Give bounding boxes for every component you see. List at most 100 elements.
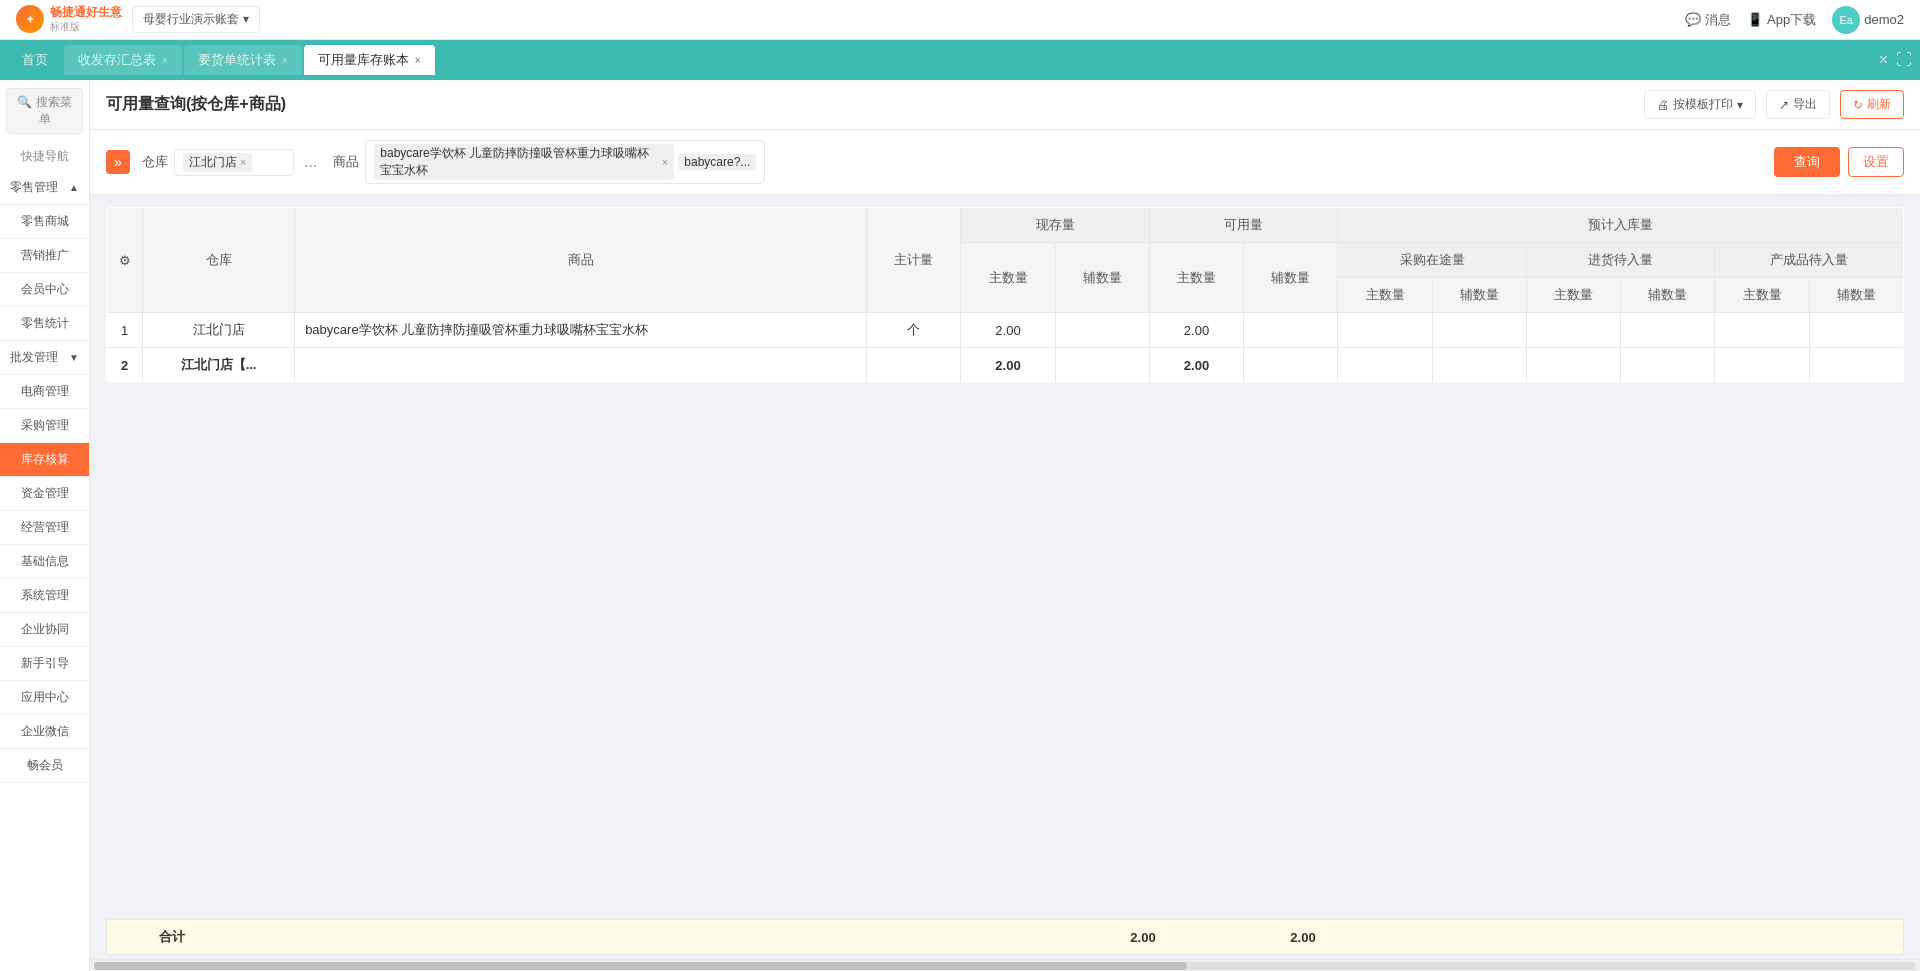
horizontal-scrollbar[interactable] (90, 959, 1920, 971)
tab-close-icon[interactable]: × (162, 55, 168, 66)
warehouse-filter-ellipsis[interactable]: ... (300, 153, 321, 171)
row2-stock-aux (1055, 348, 1149, 383)
sidebar: 🔍 搜索菜单 快捷导航 零售管理 ▲ 零售商城 营销推广 会员中心 零售统计 批… (0, 80, 90, 971)
sidebar-item-wholesale-mgmt[interactable]: 批发管理 ▼ (0, 341, 89, 375)
sidebar-item-marketing-label: 营销推广 (21, 247, 69, 264)
quick-nav-label[interactable]: 快捷导航 (0, 142, 89, 171)
col-purch-pend-header: 进货待入量 (1526, 243, 1715, 278)
content-area: 可用量查询(按仓库+商品) 🖨 按模板打印 ▾ ↗ 导出 ↻ 刷新 (90, 80, 1920, 971)
warehouse-tag-close-icon[interactable]: × (240, 156, 246, 168)
sidebar-item-cooperation[interactable]: 企业协同 (0, 613, 89, 647)
print-label: 按模板打印 (1673, 96, 1733, 113)
tab-close-icon[interactable]: × (415, 55, 421, 66)
col-settings-header[interactable]: ⚙ (107, 208, 143, 313)
app-download-button[interactable]: 📱 App下载 (1747, 11, 1816, 29)
col-warehouse-header: 仓库 (143, 208, 295, 313)
goods-tag-1-close-icon[interactable]: × (662, 156, 668, 168)
col-avail-main-header: 主数量 (1149, 243, 1243, 313)
sidebar-item-vip[interactable]: 畅会员 (0, 749, 89, 783)
query-button[interactable]: 查询 (1774, 147, 1840, 177)
goods-filter-label: 商品 (333, 153, 359, 171)
row1-no: 1 (107, 313, 143, 348)
warehouse-filter-label: 仓库 (142, 153, 168, 171)
row1-stock-aux (1055, 313, 1149, 348)
goods-filter-group: 商品 babycare学饮杯 儿童防摔防撞吸管杯重力球吸嘴杯宝宝水杯 × bab… (333, 140, 765, 184)
col-available-group-header: 可用量 (1149, 208, 1338, 243)
close-all-tabs-button[interactable]: × (1879, 51, 1888, 69)
search-menu-button[interactable]: 🔍 搜索菜单 (6, 88, 83, 134)
settings-button[interactable]: 设置 (1848, 147, 1904, 177)
scrollbar-thumb[interactable] (94, 962, 1187, 970)
sidebar-item-enterprise-wx-label: 企业微信 (21, 723, 69, 740)
col-planned-in-group-header: 预计入库量 (1338, 208, 1904, 243)
sidebar-item-system-label: 系统管理 (21, 587, 69, 604)
sidebar-item-purchase-label: 采购管理 (21, 417, 69, 434)
message-button[interactable]: 💬 消息 (1685, 11, 1731, 29)
row2-purch-transit-main (1338, 348, 1432, 383)
query-label: 查询 (1794, 154, 1820, 169)
fullscreen-button[interactable]: ⛶ (1896, 51, 1912, 69)
tab-home[interactable]: 首页 (8, 45, 62, 75)
settings-icon: ⚙ (119, 253, 131, 268)
sidebar-item-members[interactable]: 会员中心 (0, 273, 89, 307)
sidebar-item-vip-label: 畅会员 (27, 757, 63, 774)
logo-icon: ✦ (16, 5, 44, 33)
print-chevron-icon: ▾ (1737, 98, 1743, 112)
footer-label: 合计 (107, 928, 227, 946)
col-stock-main-header: 主数量 (961, 243, 1055, 313)
sidebar-item-onboarding[interactable]: 新手引导 (0, 647, 89, 681)
row1-purch-pend-aux (1621, 313, 1715, 348)
row1-main-unit: 个 (867, 313, 961, 348)
sidebar-item-members-label: 会员中心 (21, 281, 69, 298)
industry-label: 母婴行业演示账套 (143, 11, 239, 28)
sidebar-item-purchase[interactable]: 采购管理 (0, 409, 89, 443)
print-button[interactable]: 🖨 按模板打印 ▾ (1644, 90, 1756, 119)
sidebar-item-onboarding-label: 新手引导 (21, 655, 69, 672)
goods-tag-2: babycare?... (678, 154, 756, 170)
sidebar-item-app-center[interactable]: 应用中心 (0, 681, 89, 715)
tab-close-icon[interactable]: × (282, 55, 288, 66)
sidebar-item-operations[interactable]: 经营管理 (0, 511, 89, 545)
double-arrow-icon: » (114, 154, 122, 170)
row1-purch-transit-main (1338, 313, 1432, 348)
sidebar-item-system[interactable]: 系统管理 (0, 579, 89, 613)
filter-toggle-button[interactable]: » (106, 150, 130, 174)
goods-filter-input[interactable]: babycare学饮杯 儿童防摔防撞吸管杯重力球吸嘴杯宝宝水杯 × babyca… (365, 140, 765, 184)
col-stock-group-header: 现存量 (961, 208, 1150, 243)
goods-tag-2-value: babycare?... (684, 155, 750, 169)
sidebar-item-basic-info[interactable]: 基础信息 (0, 545, 89, 579)
industry-chevron-icon: ▾ (243, 12, 249, 26)
warehouse-filter-input[interactable]: 江北门店 × (174, 149, 294, 176)
row1-purch-transit-aux (1432, 313, 1526, 348)
sidebar-item-wholesale-label: 批发管理 (10, 349, 58, 366)
tab-available-stock[interactable]: 可用量库存账本 × (304, 45, 435, 75)
user-area[interactable]: Ea demo2 (1832, 6, 1904, 34)
sidebar-item-marketing[interactable]: 营销推广 (0, 239, 89, 273)
sidebar-item-retail-stats[interactable]: 零售统计 (0, 307, 89, 341)
col-prod-pend-header: 产成品待入量 (1715, 243, 1904, 278)
sidebar-item-inventory[interactable]: 库存核算 (0, 443, 89, 477)
export-button[interactable]: ↗ 导出 (1766, 90, 1830, 119)
refresh-button[interactable]: ↻ 刷新 (1840, 90, 1904, 119)
sidebar-item-retail-mall[interactable]: 零售商城 (0, 205, 89, 239)
settings-label: 设置 (1863, 154, 1889, 169)
chevron-up-icon: ▲ (69, 182, 79, 193)
sidebar-item-enterprise-wx[interactable]: 企业微信 (0, 715, 89, 749)
sidebar-item-finance[interactable]: 资金管理 (0, 477, 89, 511)
goods-tag-1: babycare学饮杯 儿童防摔防撞吸管杯重力球吸嘴杯宝宝水杯 × (374, 144, 674, 180)
sidebar-item-retail-mgmt[interactable]: 零售管理 ▲ (0, 171, 89, 205)
tab-available-stock-label: 可用量库存账本 (318, 51, 409, 69)
logo-area: ✦ 畅捷通好生意 标准版 (16, 5, 122, 33)
page-actions: 🖨 按模板打印 ▾ ↗ 导出 ↻ 刷新 (1644, 90, 1904, 119)
sidebar-item-ecommerce[interactable]: 电商管理 (0, 375, 89, 409)
top-bar-left: ✦ 畅捷通好生意 标准版 母婴行业演示账套 ▾ (16, 5, 260, 33)
user-initials: Ea (1840, 14, 1853, 26)
row1-purch-pend-main (1526, 313, 1620, 348)
sidebar-item-retail-mgmt-label: 零售管理 (10, 179, 58, 196)
row1-stock-main: 2.00 (961, 313, 1055, 348)
scrollbar-track[interactable] (94, 962, 1916, 970)
industry-selector[interactable]: 母婴行业演示账套 ▾ (132, 6, 260, 33)
tab-receive-send[interactable]: 收发存汇总表 × (64, 45, 182, 75)
col-avail-aux-header: 辅数量 (1244, 243, 1338, 313)
tab-order-stats[interactable]: 要货单统计表 × (184, 45, 302, 75)
